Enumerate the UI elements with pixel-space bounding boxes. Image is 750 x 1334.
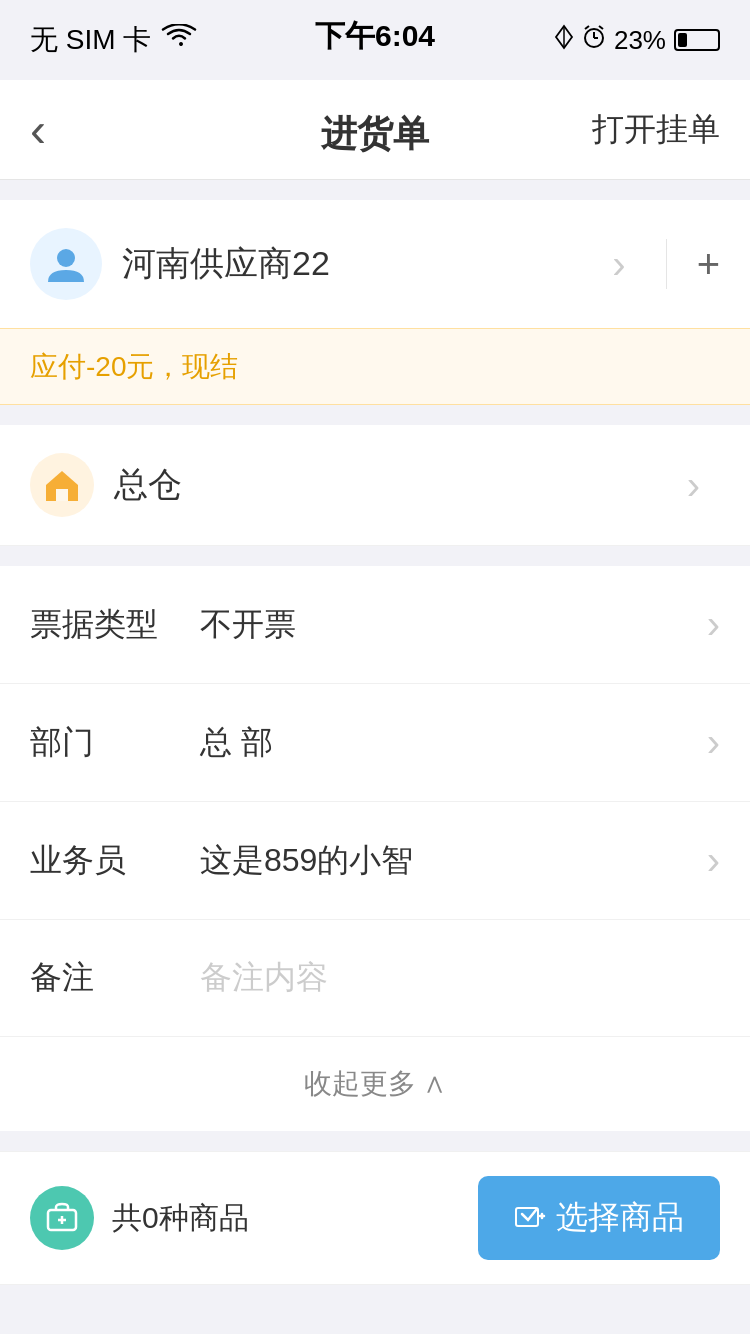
supplier-avatar bbox=[30, 228, 102, 300]
add-supplier-button[interactable]: + bbox=[697, 242, 720, 287]
invoice-label: 票据类型 bbox=[30, 603, 170, 647]
remark-row[interactable]: 备注 备注内容 bbox=[0, 920, 750, 1036]
svg-point-5 bbox=[57, 249, 75, 267]
invoice-value: 不开票 bbox=[170, 603, 707, 647]
status-time: 下午6:04 bbox=[315, 16, 435, 57]
supplier-row[interactable]: 河南供应商22 › + bbox=[0, 200, 750, 328]
staff-row[interactable]: 业务员 这是859的小智 › bbox=[0, 802, 750, 920]
product-icon bbox=[30, 1186, 94, 1250]
dept-arrow-icon: › bbox=[707, 720, 720, 765]
vertical-divider bbox=[666, 239, 667, 289]
wifi-icon bbox=[161, 24, 197, 57]
warehouse-icon bbox=[30, 453, 94, 517]
page-title: 进货单 bbox=[321, 110, 429, 159]
warehouse-name: 总仓 bbox=[114, 462, 687, 508]
status-carrier: 无 SIM 卡 bbox=[30, 21, 197, 59]
product-count-area: 共0种商品 bbox=[30, 1186, 249, 1250]
staff-arrow-icon: › bbox=[707, 838, 720, 883]
battery-icon bbox=[674, 29, 720, 51]
form-card: 票据类型 不开票 › 部门 总 部 › 业务员 这是859的小智 › 备注 备注… bbox=[0, 566, 750, 1131]
back-button[interactable]: ‹ bbox=[30, 102, 90, 157]
carrier-text: 无 SIM 卡 bbox=[30, 21, 151, 59]
battery-percent: 23% bbox=[614, 25, 666, 56]
staff-value: 这是859的小智 bbox=[170, 839, 707, 883]
invoice-type-row[interactable]: 票据类型 不开票 › bbox=[0, 566, 750, 684]
top-divider bbox=[0, 180, 750, 200]
bottom-bar: 共0种商品 选择商品 bbox=[0, 1151, 750, 1285]
department-row[interactable]: 部门 总 部 › bbox=[0, 684, 750, 802]
nav-bar: ‹ 进货单 打开挂单 bbox=[0, 80, 750, 180]
warehouse-row[interactable]: 总仓 › bbox=[0, 425, 750, 546]
invoice-arrow-icon: › bbox=[707, 602, 720, 647]
divider-3 bbox=[0, 546, 750, 566]
notice-text: 应付-20元，现结 bbox=[30, 351, 238, 382]
warehouse-arrow-icon: › bbox=[687, 463, 700, 508]
dept-value: 总 部 bbox=[170, 721, 707, 765]
dept-label: 部门 bbox=[30, 721, 170, 765]
location-icon bbox=[554, 24, 574, 57]
warehouse-card: 总仓 › bbox=[0, 425, 750, 546]
divider-2 bbox=[0, 405, 750, 425]
remark-placeholder[interactable]: 备注内容 bbox=[170, 956, 720, 1000]
status-bar: 无 SIM 卡 下午6:04 23% bbox=[0, 0, 750, 80]
select-product-button[interactable]: 选择商品 bbox=[478, 1176, 720, 1260]
open-pending-button[interactable]: 打开挂单 bbox=[592, 108, 720, 152]
remark-label: 备注 bbox=[30, 956, 170, 1000]
svg-rect-6 bbox=[56, 489, 68, 501]
supplier-name: 河南供应商22 bbox=[122, 241, 612, 287]
page-background bbox=[0, 1285, 750, 1334]
status-right: 23% bbox=[554, 24, 720, 57]
staff-label: 业务员 bbox=[30, 839, 170, 883]
supplier-arrow-icon: › bbox=[612, 242, 625, 287]
select-product-label: 选择商品 bbox=[556, 1196, 684, 1240]
collapse-row[interactable]: 收起更多 ∧ bbox=[0, 1036, 750, 1131]
svg-line-3 bbox=[585, 26, 589, 29]
notice-banner: 应付-20元，现结 bbox=[0, 328, 750, 405]
collapse-label: 收起更多 ∧ bbox=[304, 1065, 447, 1103]
product-count-text: 共0种商品 bbox=[112, 1198, 249, 1239]
alarm-icon bbox=[582, 24, 606, 57]
svg-line-4 bbox=[599, 26, 603, 29]
supplier-card: 河南供应商22 › + 应付-20元，现结 bbox=[0, 200, 750, 405]
